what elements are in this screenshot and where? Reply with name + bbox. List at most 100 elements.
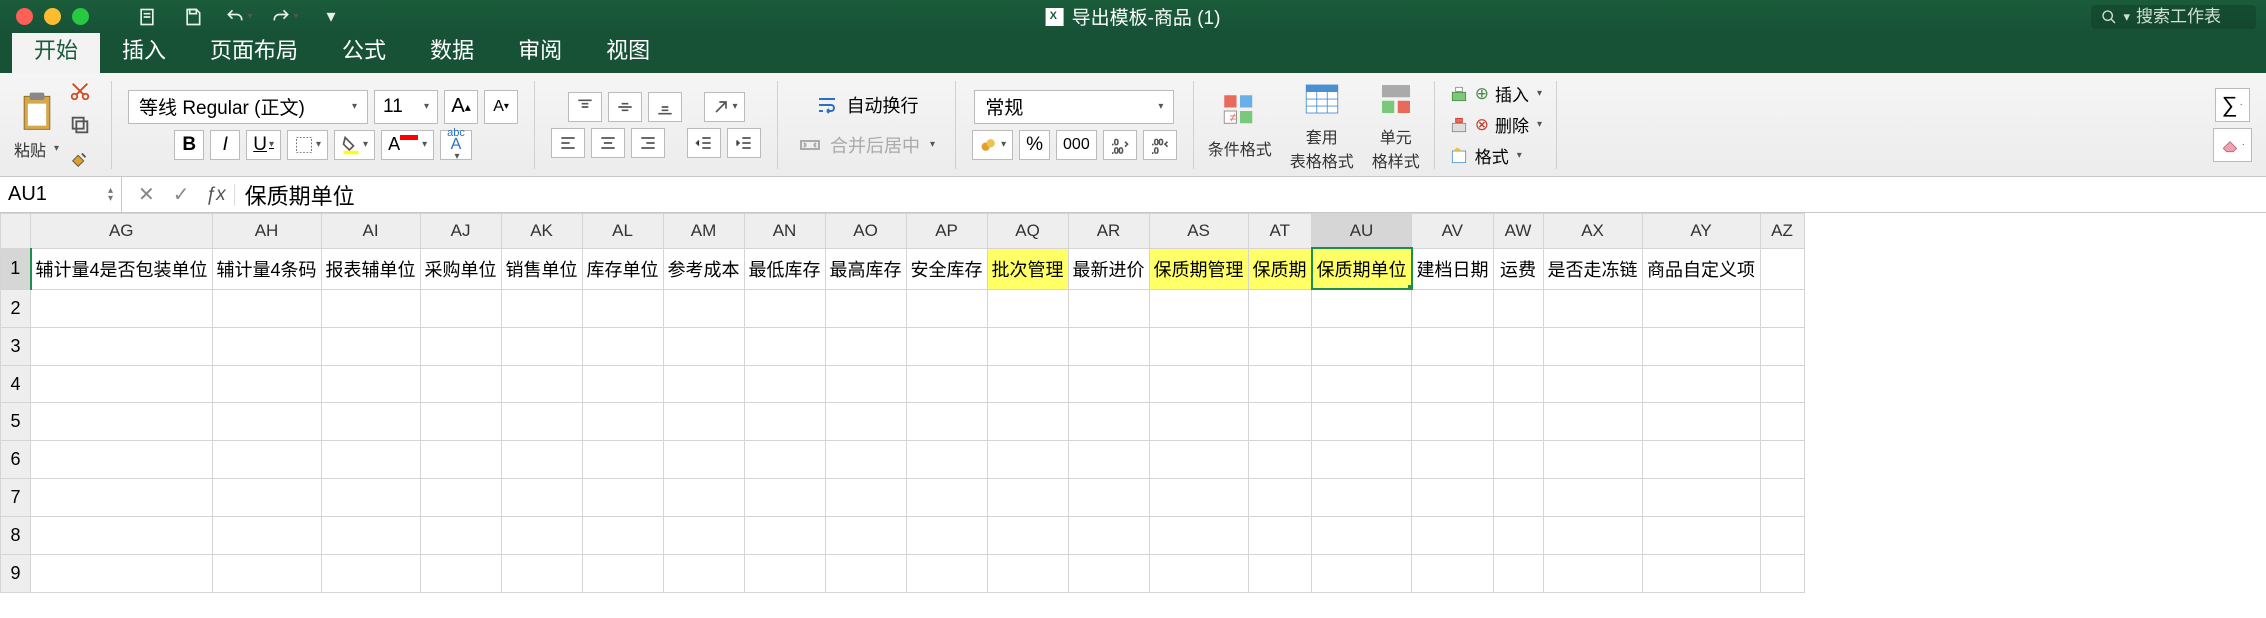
cell[interactable] <box>321 289 420 327</box>
spreadsheet-grid[interactable]: AGAHAIAJAKALAMANAOAPAQARASATAUAVAWAXAYAZ… <box>0 213 2266 593</box>
cell[interactable] <box>1412 555 1494 593</box>
format-cells-button[interactable]: 格式▾ <box>1445 141 1546 170</box>
increase-indent-icon[interactable] <box>727 128 761 158</box>
fx-icon[interactable]: ƒx <box>206 184 235 206</box>
cell[interactable] <box>1149 441 1248 479</box>
autosum-button[interactable]: ∑· <box>2215 88 2250 122</box>
cell[interactable]: 辅计量4是否包装单位 <box>31 248 213 289</box>
column-header[interactable]: AI <box>321 214 420 249</box>
name-box[interactable]: AU1 ▴▾ <box>0 177 122 213</box>
cell[interactable] <box>501 555 582 593</box>
align-top-icon[interactable] <box>568 92 602 122</box>
cell[interactable] <box>987 365 1068 403</box>
merge-center-button[interactable]: 合并后居中▾ <box>794 128 939 162</box>
cell[interactable]: 批次管理 <box>987 248 1068 289</box>
cell[interactable] <box>582 441 663 479</box>
cell[interactable] <box>1760 403 1804 441</box>
column-header[interactable]: AG <box>31 214 213 249</box>
increase-font-icon[interactable]: A▴ <box>444 90 478 124</box>
cell[interactable]: 库存单位 <box>582 248 663 289</box>
cell[interactable] <box>663 517 744 555</box>
close-window-button[interactable] <box>16 8 33 25</box>
cell[interactable] <box>1149 517 1248 555</box>
row-header[interactable]: 4 <box>1 365 31 403</box>
qat-customize-icon[interactable]: ▾ <box>313 4 349 30</box>
cell[interactable] <box>321 441 420 479</box>
cell[interactable] <box>420 555 501 593</box>
cell[interactable] <box>1312 517 1412 555</box>
cell[interactable] <box>212 441 321 479</box>
column-header[interactable]: AU <box>1312 214 1412 249</box>
cancel-formula-icon[interactable]: ✕ <box>138 182 155 207</box>
cell[interactable] <box>321 403 420 441</box>
orientation-icon[interactable]: ▾ <box>704 92 745 122</box>
copy-icon[interactable] <box>65 111 95 139</box>
cell[interactable] <box>987 555 1068 593</box>
cell[interactable] <box>212 289 321 327</box>
cell[interactable] <box>906 441 987 479</box>
align-right-icon[interactable] <box>631 128 665 158</box>
row-header[interactable]: 2 <box>1 289 31 327</box>
cell[interactable] <box>1760 441 1804 479</box>
formula-input[interactable]: 保质期单位 <box>235 179 2266 211</box>
cell[interactable] <box>1543 517 1642 555</box>
cell[interactable] <box>501 327 582 365</box>
cell[interactable] <box>501 479 582 517</box>
cell[interactable] <box>1412 403 1494 441</box>
align-left-icon[interactable] <box>551 128 585 158</box>
cell[interactable] <box>1149 403 1248 441</box>
cell[interactable] <box>582 555 663 593</box>
phonetic-button[interactable]: abcA▾ <box>440 130 472 160</box>
cell[interactable] <box>1068 479 1149 517</box>
bold-button[interactable]: B <box>174 130 204 160</box>
cell[interactable] <box>31 517 213 555</box>
cell[interactable] <box>1248 327 1312 365</box>
cell[interactable] <box>744 327 825 365</box>
cell[interactable]: 销售单位 <box>501 248 582 289</box>
column-header[interactable]: AN <box>744 214 825 249</box>
column-header[interactable]: AS <box>1149 214 1248 249</box>
column-header[interactable]: AO <box>825 214 906 249</box>
cell[interactable] <box>744 289 825 327</box>
cell[interactable] <box>1760 555 1804 593</box>
cell[interactable] <box>825 441 906 479</box>
qat-file-icon[interactable] <box>129 4 165 30</box>
cell[interactable]: 保质期管理 <box>1149 248 1248 289</box>
cell[interactable]: 报表辅单位 <box>321 248 420 289</box>
cell[interactable] <box>825 289 906 327</box>
cell[interactable] <box>1642 327 1760 365</box>
cell[interactable] <box>1248 289 1312 327</box>
cell[interactable] <box>582 365 663 403</box>
cell[interactable] <box>420 441 501 479</box>
cell[interactable] <box>1068 517 1149 555</box>
border-button[interactable]: ▾ <box>287 130 328 160</box>
cell[interactable] <box>420 479 501 517</box>
cell[interactable] <box>987 327 1068 365</box>
column-header[interactable]: AR <box>1068 214 1149 249</box>
conditional-format-button[interactable]: ≠ 条件格式 <box>1204 90 1276 160</box>
comma-button[interactable]: 000 <box>1056 130 1097 160</box>
cell[interactable] <box>212 365 321 403</box>
column-header[interactable]: AP <box>906 214 987 249</box>
increase-decimal-icon[interactable]: .0.00 <box>1103 130 1137 160</box>
cell[interactable] <box>1312 365 1412 403</box>
row-header[interactable]: 9 <box>1 555 31 593</box>
cell[interactable] <box>1248 479 1312 517</box>
cell[interactable] <box>31 365 213 403</box>
cell-styles-button[interactable]: 单元 格样式 <box>1368 78 1424 172</box>
cell[interactable] <box>1642 289 1760 327</box>
cell[interactable] <box>582 327 663 365</box>
cell[interactable] <box>1493 517 1543 555</box>
cell[interactable] <box>1412 365 1494 403</box>
cell[interactable] <box>906 479 987 517</box>
cell[interactable] <box>906 327 987 365</box>
search-input[interactable] <box>2136 7 2246 27</box>
cell[interactable]: 辅计量4条码 <box>212 248 321 289</box>
cell[interactable] <box>1642 479 1760 517</box>
cell[interactable] <box>501 517 582 555</box>
column-header[interactable]: AM <box>663 214 744 249</box>
column-header[interactable]: AH <box>212 214 321 249</box>
cell[interactable] <box>1068 289 1149 327</box>
sheet-search[interactable]: ▾ <box>2091 5 2256 29</box>
cell[interactable]: 保质期 <box>1248 248 1312 289</box>
